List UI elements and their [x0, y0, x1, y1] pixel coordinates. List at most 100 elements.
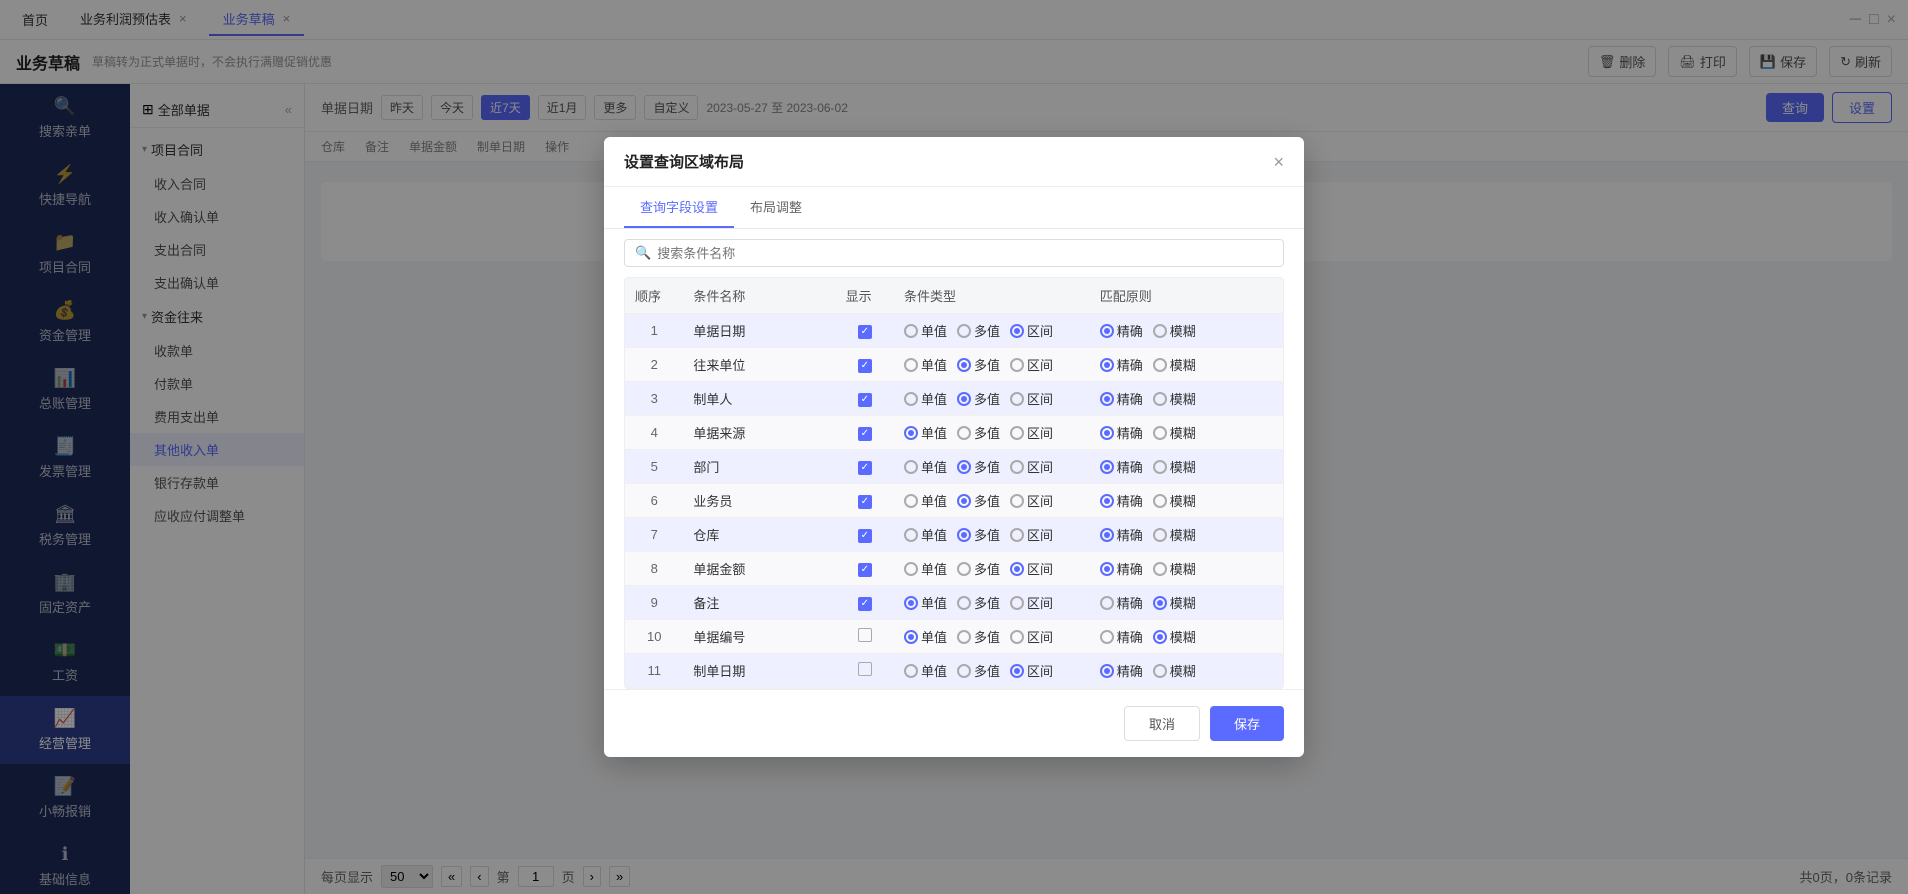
radio-cond-单值[interactable]: 单值 [904, 559, 947, 578]
show-checkbox[interactable]: ✓ [858, 563, 872, 577]
cell-cond-type: 单值多值区间 [894, 484, 1090, 518]
radio-match-模糊[interactable]: 模糊 [1153, 525, 1196, 544]
radio-match-模糊[interactable]: 模糊 [1153, 491, 1196, 510]
radio-match-模糊[interactable]: 模糊 [1153, 627, 1196, 646]
radio-cond-多值[interactable]: 多值 [957, 355, 1000, 374]
radio-match-模糊[interactable]: 模糊 [1153, 457, 1196, 476]
show-checkbox[interactable]: ✓ [858, 529, 872, 543]
radio-cond-单值[interactable]: 单值 [904, 491, 947, 510]
table-row: 7仓库✓单值多值区间精确模糊 [625, 518, 1283, 552]
cell-show[interactable] [836, 620, 894, 654]
radio-match-精确[interactable]: 精确 [1100, 627, 1143, 646]
modal-overlay: 设置查询区域布局 × 查询字段设置 布局调整 🔍 顺序 条件名称 [0, 0, 1908, 894]
radio-cond-单值[interactable]: 单值 [904, 525, 947, 544]
radio-match-精确[interactable]: 精确 [1100, 525, 1143, 544]
radio-cond-单值[interactable]: 单值 [904, 423, 947, 442]
table-row: 4单据来源✓单值多值区间精确模糊 [625, 416, 1283, 450]
radio-cond-单值[interactable]: 单值 [904, 321, 947, 340]
cell-name: 备注 [683, 586, 835, 620]
modal-close-button[interactable]: × [1273, 153, 1284, 171]
radio-cond-单值[interactable]: 单值 [904, 457, 947, 476]
radio-cond-单值[interactable]: 单值 [904, 389, 947, 408]
tab-layout[interactable]: 布局调整 [734, 187, 818, 228]
radio-match-精确[interactable]: 精确 [1100, 423, 1143, 442]
cell-show[interactable]: ✓ [836, 484, 894, 518]
radio-cond-区间[interactable]: 区间 [1010, 491, 1053, 510]
radio-cond-区间[interactable]: 区间 [1010, 457, 1053, 476]
search-box: 🔍 [624, 239, 1284, 267]
radio-match-精确[interactable]: 精确 [1100, 593, 1143, 612]
show-checkbox[interactable]: ✓ [858, 495, 872, 509]
radio-cond-单值[interactable]: 单值 [904, 593, 947, 612]
radio-cond-区间[interactable]: 区间 [1010, 321, 1053, 340]
radio-match-精确[interactable]: 精确 [1100, 389, 1143, 408]
radio-match-模糊[interactable]: 模糊 [1153, 355, 1196, 374]
modal-dialog: 设置查询区域布局 × 查询字段设置 布局调整 🔍 顺序 条件名称 [604, 137, 1304, 757]
cell-show[interactable]: ✓ [836, 586, 894, 620]
radio-cond-多值[interactable]: 多值 [957, 457, 1000, 476]
th-match: 匹配原则 [1090, 278, 1283, 314]
radio-cond-多值[interactable]: 多值 [957, 389, 1000, 408]
radio-cond-区间[interactable]: 区间 [1010, 423, 1053, 442]
radio-match-模糊[interactable]: 模糊 [1153, 661, 1196, 680]
radio-cond-多值[interactable]: 多值 [957, 423, 1000, 442]
cell-cond-type: 单值多值区间 [894, 348, 1090, 382]
cell-show[interactable]: ✓ [836, 518, 894, 552]
cell-show[interactable]: ✓ [836, 450, 894, 484]
table-row: 1单据日期✓单值多值区间精确模糊 [625, 314, 1283, 348]
cell-show[interactable]: ✓ [836, 314, 894, 348]
radio-cond-多值[interactable]: 多值 [957, 559, 1000, 578]
radio-match-精确[interactable]: 精确 [1100, 321, 1143, 340]
radio-cond-区间[interactable]: 区间 [1010, 355, 1053, 374]
radio-match-模糊[interactable]: 模糊 [1153, 559, 1196, 578]
table-row: 2往来单位✓单值多值区间精确模糊 [625, 348, 1283, 382]
th-name: 条件名称 [683, 278, 835, 314]
cell-show[interactable] [836, 654, 894, 688]
radio-match-模糊[interactable]: 模糊 [1153, 321, 1196, 340]
show-checkbox[interactable]: ✓ [858, 393, 872, 407]
radio-match-精确[interactable]: 精确 [1100, 457, 1143, 476]
radio-cond-区间[interactable]: 区间 [1010, 661, 1053, 680]
radio-cond-多值[interactable]: 多值 [957, 627, 1000, 646]
radio-cond-区间[interactable]: 区间 [1010, 627, 1053, 646]
show-checkbox[interactable]: ✓ [858, 427, 872, 441]
show-checkbox[interactable]: ✓ [858, 461, 872, 475]
radio-cond-单值[interactable]: 单值 [904, 661, 947, 680]
radio-match-模糊[interactable]: 模糊 [1153, 389, 1196, 408]
radio-match-模糊[interactable]: 模糊 [1153, 423, 1196, 442]
radio-cond-多值[interactable]: 多值 [957, 593, 1000, 612]
cell-order: 4 [625, 416, 683, 450]
cell-show[interactable]: ✓ [836, 348, 894, 382]
cell-show[interactable]: ✓ [836, 416, 894, 450]
cell-match: 精确模糊 [1090, 314, 1283, 348]
show-checkbox[interactable]: ✓ [858, 597, 872, 611]
radio-cond-多值[interactable]: 多值 [957, 321, 1000, 340]
radio-match-精确[interactable]: 精确 [1100, 355, 1143, 374]
tab-query-fields[interactable]: 查询字段设置 [624, 187, 734, 228]
radio-cond-单值[interactable]: 单值 [904, 627, 947, 646]
radio-cond-单值[interactable]: 单值 [904, 355, 947, 374]
cell-show[interactable]: ✓ [836, 552, 894, 586]
radio-cond-区间[interactable]: 区间 [1010, 525, 1053, 544]
show-checkbox[interactable] [858, 628, 872, 642]
radio-cond-区间[interactable]: 区间 [1010, 559, 1053, 578]
radio-match-模糊[interactable]: 模糊 [1153, 593, 1196, 612]
radio-cond-多值[interactable]: 多值 [957, 525, 1000, 544]
condition-search-input[interactable] [657, 246, 1273, 261]
show-checkbox[interactable]: ✓ [858, 359, 872, 373]
cell-show[interactable]: ✓ [836, 382, 894, 416]
show-checkbox[interactable] [858, 662, 872, 676]
save-confirm-button[interactable]: 保存 [1210, 706, 1284, 741]
cell-match: 精确模糊 [1090, 654, 1283, 688]
cell-order: 3 [625, 382, 683, 416]
radio-match-精确[interactable]: 精确 [1100, 559, 1143, 578]
radio-match-精确[interactable]: 精确 [1100, 661, 1143, 680]
th-type: 条件类型 [894, 278, 1090, 314]
radio-cond-区间[interactable]: 区间 [1010, 593, 1053, 612]
radio-cond-多值[interactable]: 多值 [957, 491, 1000, 510]
radio-match-精确[interactable]: 精确 [1100, 491, 1143, 510]
show-checkbox[interactable]: ✓ [858, 325, 872, 339]
cancel-button[interactable]: 取消 [1124, 706, 1200, 741]
radio-cond-区间[interactable]: 区间 [1010, 389, 1053, 408]
radio-cond-多值[interactable]: 多值 [957, 661, 1000, 680]
